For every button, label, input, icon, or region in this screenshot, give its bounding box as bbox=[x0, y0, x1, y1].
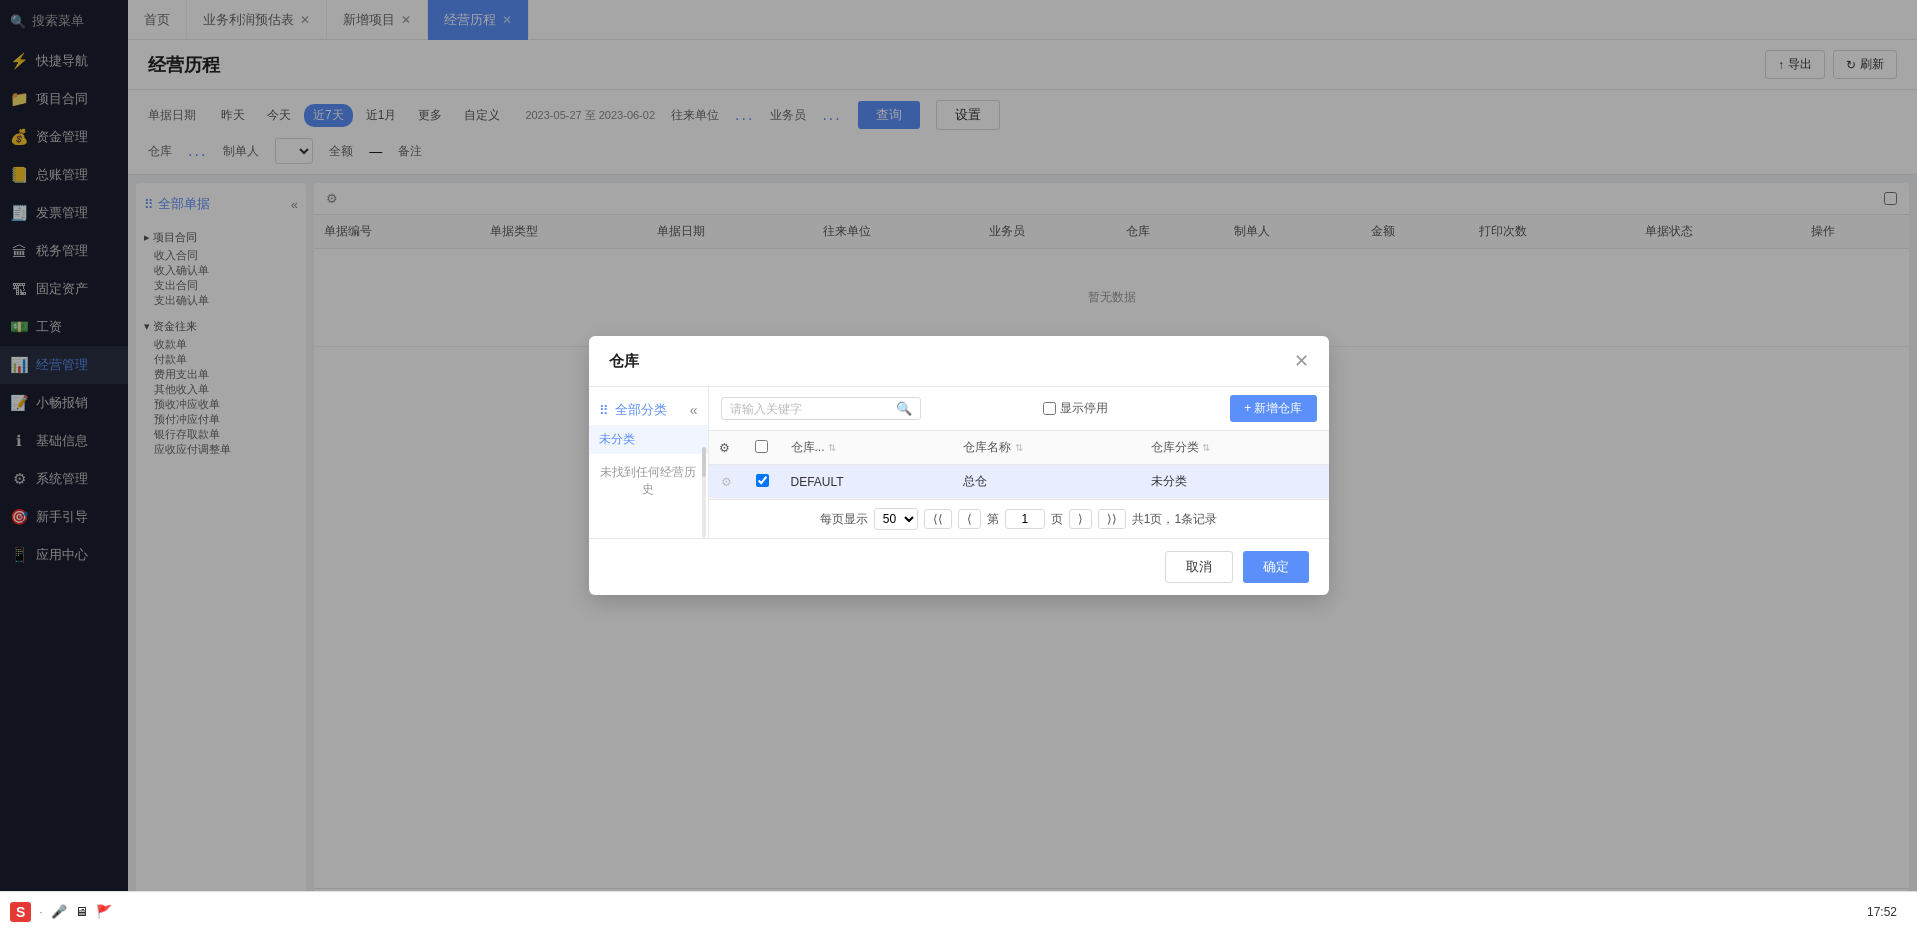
col-warehouse-category-label: 仓库分类 bbox=[1151, 440, 1199, 454]
uncategorized-label: 未分类 bbox=[599, 432, 635, 446]
scrollbar-track bbox=[702, 447, 706, 538]
cancel-button[interactable]: 取消 bbox=[1165, 551, 1233, 583]
dialog-page-input[interactable] bbox=[1005, 509, 1045, 529]
show-disabled-label[interactable]: 显示停用 bbox=[1043, 400, 1108, 417]
dialog-total-text: 共1页，1条记录 bbox=[1132, 511, 1217, 528]
dialog-close-button[interactable]: ✕ bbox=[1294, 350, 1309, 372]
dialog-toolbar: 🔍 显示停用 + 新增仓库 bbox=[709, 387, 1329, 431]
taskbar-clock: 17:52 bbox=[1867, 905, 1907, 919]
dialog-left-panel: ⠿ 全部分类 « 未分类 未找到任何经营历史 bbox=[589, 387, 709, 538]
taskbar-icon-flag[interactable]: 🚩 bbox=[96, 904, 112, 919]
dialog-prev-page-btn[interactable]: ⟨ bbox=[958, 509, 981, 529]
dialog-header: 仓库 ✕ bbox=[589, 336, 1329, 387]
col-warehouse-category-header[interactable]: 仓库分类 ⇅ bbox=[1141, 431, 1329, 465]
uncategorized-item[interactable]: 未分类 bbox=[589, 425, 708, 454]
sort-icon-name: ⇅ bbox=[1015, 442, 1023, 453]
taskbar-icon-dot: · bbox=[39, 904, 43, 919]
dialog-pagination: 每页显示 50 ⟨⟨ ⟨ 第 页 ⟩ ⟩⟩ 共1页，1条记录 bbox=[709, 499, 1329, 538]
dialog-first-page-btn[interactable]: ⟨⟨ bbox=[924, 509, 952, 529]
row-checkbox[interactable] bbox=[745, 465, 781, 499]
col-warehouse-code-header[interactable]: 仓库... ⇅ bbox=[781, 431, 954, 465]
col-checkbox-header[interactable] bbox=[745, 431, 781, 465]
taskbar-icon-mic[interactable]: 🎤 bbox=[51, 904, 67, 919]
all-categories-label: 全部分类 bbox=[615, 401, 667, 419]
dialog-table-header-row: ⚙ 仓库... ⇅ 仓库名称 ⇅ bbox=[709, 431, 1329, 465]
col-warehouse-name-label: 仓库名称 bbox=[963, 440, 1011, 454]
dialog-table-wrapper: ⚙ 仓库... ⇅ 仓库名称 ⇅ bbox=[709, 431, 1329, 499]
show-disabled-text: 显示停用 bbox=[1060, 400, 1108, 417]
taskbar-icon-s[interactable]: S bbox=[10, 902, 31, 922]
taskbar-icon-screen[interactable]: 🖥 bbox=[75, 904, 88, 919]
all-categories-header[interactable]: ⠿ 全部分类 « bbox=[589, 395, 708, 425]
dialog-table-row[interactable]: ⚙ DEFAULT 总仓 未分类 bbox=[709, 465, 1329, 499]
dialog-page-unit: 页 bbox=[1051, 511, 1063, 528]
panel-collapse-btn[interactable]: « bbox=[690, 402, 698, 418]
no-result-text: 未找到任何经营历史 bbox=[589, 454, 708, 508]
col-warehouse-name-header[interactable]: 仓库名称 ⇅ bbox=[953, 431, 1141, 465]
dialog-last-page-btn[interactable]: ⟩⟩ bbox=[1098, 509, 1126, 529]
row-name: 总仓 bbox=[953, 465, 1141, 499]
search-box: 🔍 bbox=[721, 397, 921, 420]
grid-icon-2: ⠿ bbox=[599, 403, 609, 418]
sort-icon-category: ⇅ bbox=[1202, 442, 1210, 453]
col-settings-header[interactable]: ⚙ bbox=[709, 431, 745, 465]
confirm-button[interactable]: 确定 bbox=[1243, 551, 1309, 583]
show-disabled-checkbox[interactable] bbox=[1043, 402, 1056, 415]
dialog-footer: 取消 确定 bbox=[589, 538, 1329, 595]
dialog-per-page-label: 每页显示 bbox=[820, 511, 868, 528]
row-code: DEFAULT bbox=[781, 465, 954, 499]
col-warehouse-code-label: 仓库... bbox=[791, 440, 825, 454]
taskbar: S · 🎤 🖥 🚩 17:52 bbox=[0, 891, 1917, 931]
dialog-page-label: 第 bbox=[987, 511, 999, 528]
dialog-data-table: ⚙ 仓库... ⇅ 仓库名称 ⇅ bbox=[709, 431, 1329, 499]
search-input[interactable] bbox=[730, 402, 890, 416]
select-all-dialog-checkbox[interactable] bbox=[755, 440, 768, 453]
scrollbar-thumb[interactable] bbox=[702, 447, 706, 477]
taskbar-items: S · 🎤 🖥 🚩 bbox=[10, 902, 1867, 922]
warehouse-dialog: 仓库 ✕ ⠿ 全部分类 « 未分类 未找到任何经营历史 bbox=[589, 336, 1329, 595]
dialog-right-panel: 🔍 显示停用 + 新增仓库 ⚙ bbox=[709, 387, 1329, 538]
dialog-title: 仓库 bbox=[609, 352, 639, 371]
dialog-body: ⠿ 全部分类 « 未分类 未找到任何经营历史 bbox=[589, 387, 1329, 538]
add-warehouse-button[interactable]: + 新增仓库 bbox=[1230, 395, 1316, 422]
modal-overlay: 仓库 ✕ ⠿ 全部分类 « 未分类 未找到任何经营历史 bbox=[0, 0, 1917, 931]
row-category: 未分类 bbox=[1141, 465, 1329, 499]
search-icon-2: 🔍 bbox=[896, 401, 912, 416]
dialog-per-page-select[interactable]: 50 bbox=[874, 508, 918, 530]
sort-icon-code: ⇅ bbox=[828, 442, 836, 453]
row-settings-icon[interactable]: ⚙ bbox=[709, 465, 745, 499]
dialog-next-page-btn[interactable]: ⟩ bbox=[1069, 509, 1092, 529]
